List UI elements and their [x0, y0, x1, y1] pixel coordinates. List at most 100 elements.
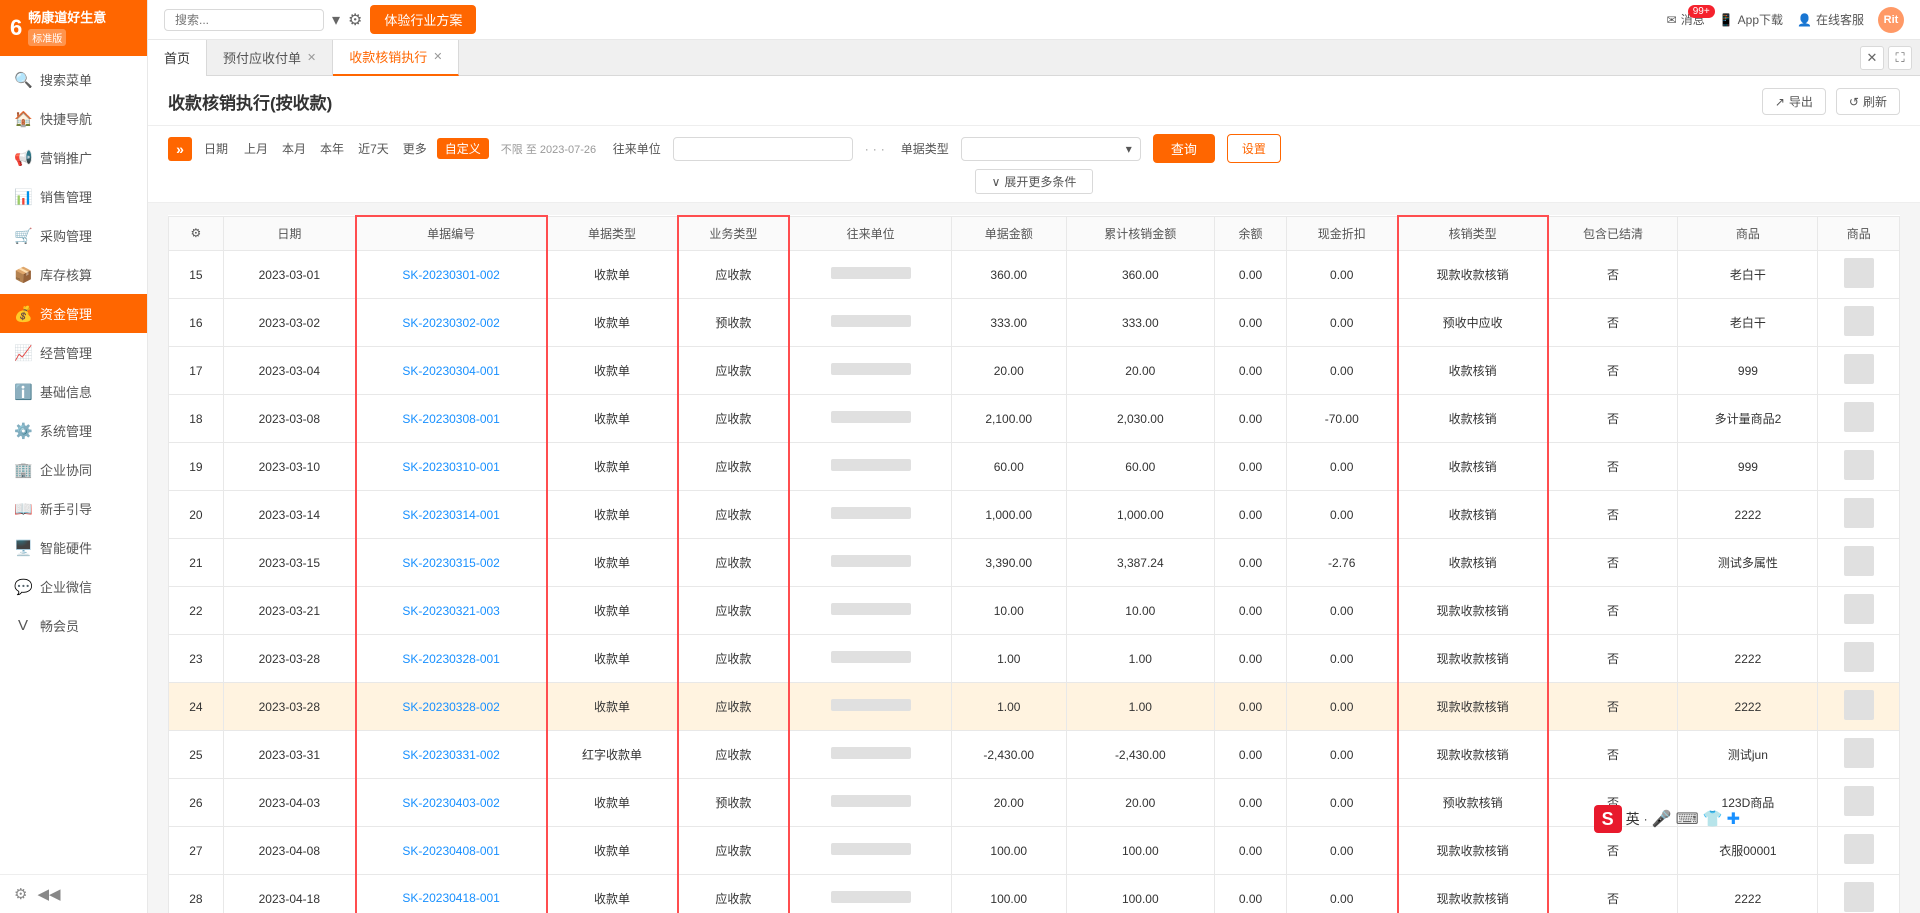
sidebar-item-basic[interactable]: ℹ️基础信息 — [0, 372, 147, 411]
docno-link[interactable]: SK-20230302-002 — [402, 316, 499, 330]
table-row: 23 2023-03-28 SK-20230328-001 收款单 应收款 1.… — [169, 635, 1900, 683]
docno-link[interactable]: SK-20230314-001 — [402, 508, 499, 522]
sidebar-label-hardware: 智能硬件 — [40, 538, 92, 557]
purchase-icon: 🛒 — [14, 227, 32, 245]
app-download-btn[interactable]: 📱 App下载 — [1719, 11, 1783, 28]
docno-link[interactable]: SK-20230321-003 — [402, 604, 499, 618]
cell-nuketype: 预收中应收 — [1398, 299, 1548, 347]
date-this-month[interactable]: 本月 — [278, 138, 310, 159]
industry-btn[interactable]: 体验行业方案 — [370, 5, 476, 34]
filter-expand-row: ∨ 展开更多条件 — [168, 169, 1900, 194]
sidebar-item-marketing[interactable]: 📢营销推广 — [0, 138, 147, 177]
cell-goods2 — [1818, 587, 1900, 635]
cell-customer — [789, 587, 951, 635]
docno-link[interactable]: SK-20230408-001 — [402, 844, 499, 858]
date-custom-btn[interactable]: 自定义 — [437, 138, 489, 159]
sidebar-item-sales[interactable]: 📊销售管理 — [0, 177, 147, 216]
settings-icon[interactable]: ⚙ — [14, 885, 27, 903]
sidebar-item-member[interactable]: V畅会员 — [0, 606, 147, 645]
user-avatar[interactable]: Rit — [1878, 7, 1904, 33]
sidebar-label-enterprise: 企业协同 — [40, 460, 92, 479]
cell-amount: 3,390.00 — [951, 539, 1066, 587]
docno-link[interactable]: SK-20230331-002 — [402, 748, 499, 762]
sidebar-item-search[interactable]: 🔍搜索菜单 — [0, 60, 147, 99]
date-last-month[interactable]: 上月 — [240, 138, 272, 159]
cell-balance: 0.00 — [1215, 683, 1287, 731]
messages-btn[interactable]: ✉ 消息 99+ — [1667, 11, 1705, 28]
cell-nuketype: 收款核销 — [1398, 395, 1548, 443]
docno-link[interactable]: SK-20230308-001 — [402, 412, 499, 426]
sidebar-label-search: 搜索菜单 — [40, 70, 92, 89]
cell-goods2 — [1818, 827, 1900, 875]
filter-date-btns: 上月 本月 本年 近7天 更多 自定义 — [240, 138, 489, 159]
cell-biztype: 应收款 — [678, 587, 790, 635]
settings-btn[interactable]: 设置 — [1227, 134, 1281, 163]
cell-biztype: 应收款 — [678, 443, 790, 491]
cell-goods: 衣服00001 — [1678, 827, 1818, 875]
date-7days[interactable]: 近7天 — [354, 138, 393, 159]
sidebar-label-basic: 基础信息 — [40, 382, 92, 401]
tab-home[interactable]: 首页 — [148, 40, 207, 76]
expand-icon: ∨ — [992, 175, 1001, 189]
docno-link[interactable]: SK-20230315-002 — [402, 556, 499, 570]
cell-nuketype: 现款收款核销 — [1398, 827, 1548, 875]
export-btn[interactable]: ↗ 导出 — [1762, 88, 1826, 115]
cell-date: 2023-03-28 — [223, 635, 355, 683]
sales-icon: 📊 — [14, 188, 32, 206]
cell-goods — [1678, 587, 1818, 635]
sidebar-item-finance[interactable]: 💰资金管理 — [0, 294, 147, 333]
filter-toggle-btn[interactable]: » — [168, 137, 192, 161]
sidebar-label-member: 畅会员 — [40, 616, 79, 635]
tab-expand-btn[interactable]: ⛶ — [1888, 46, 1912, 70]
docno-link[interactable]: SK-20230310-001 — [402, 460, 499, 474]
docno-link[interactable]: SK-20230403-002 — [402, 796, 499, 810]
tab-prepay-close[interactable]: ✕ — [307, 51, 316, 64]
docno-link[interactable]: SK-20230304-001 — [402, 364, 499, 378]
cell-customer — [789, 299, 951, 347]
date-this-year[interactable]: 本年 — [316, 138, 348, 159]
collapse-icon[interactable]: ◀◀ — [37, 885, 60, 903]
cell-doctype: 收款单 — [547, 779, 678, 827]
cell-customer — [789, 539, 951, 587]
cell-balance: 0.00 — [1215, 635, 1287, 683]
cell-index: 19 — [169, 443, 224, 491]
sidebar-item-operations[interactable]: 📈经营管理 — [0, 333, 147, 372]
customer-input[interactable] — [673, 137, 853, 161]
cell-biztype: 应收款 — [678, 827, 790, 875]
tab-close-all-btn[interactable]: ✕ — [1860, 46, 1884, 70]
cell-amount: 1.00 — [951, 635, 1066, 683]
refresh-btn[interactable]: ↺ 刷新 — [1836, 88, 1900, 115]
cell-cumulative: 100.00 — [1066, 827, 1215, 875]
sidebar-item-purchase[interactable]: 🛒采购管理 — [0, 216, 147, 255]
sidebar-item-system[interactable]: ⚙️系统管理 — [0, 411, 147, 450]
app-download-label: App下载 — [1738, 11, 1783, 28]
sidebar-item-guide[interactable]: 📖新手引导 — [0, 489, 147, 528]
topbar-search[interactable] — [164, 9, 324, 31]
sidebar-item-shortcut[interactable]: 🏠快捷导航 — [0, 99, 147, 138]
online-service-btn[interactable]: 👤 在线客服 — [1797, 11, 1864, 28]
cell-amount: 60.00 — [951, 443, 1066, 491]
tab-collection-close[interactable]: ✕ — [433, 50, 442, 63]
cell-amount: 1.00 — [951, 683, 1066, 731]
docno-link[interactable]: SK-20230301-002 — [402, 268, 499, 282]
docno-link[interactable]: SK-20230418-001 — [402, 891, 499, 905]
sidebar-item-inventory[interactable]: 📦库存核算 — [0, 255, 147, 294]
sidebar-item-wechat[interactable]: 💬企业微信 — [0, 567, 147, 606]
cell-date: 2023-03-02 — [223, 299, 355, 347]
cell-balance: 0.00 — [1215, 443, 1287, 491]
tab-prepay[interactable]: 预付应收付单 ✕ — [207, 40, 333, 76]
doctype-select[interactable]: ▾ — [961, 137, 1141, 161]
date-filter-label: 日期 — [204, 140, 228, 157]
gear-icon[interactable]: ⚙ — [348, 10, 362, 30]
expand-conditions-btn[interactable]: ∨ 展开更多条件 — [975, 169, 1094, 194]
docno-link[interactable]: SK-20230328-001 — [402, 652, 499, 666]
dropdown-arrow-icon[interactable]: ▾ — [332, 10, 340, 30]
tab-collection[interactable]: 收款核销执行 ✕ — [333, 40, 459, 76]
sidebar-item-enterprise[interactable]: 🏢企业协同 — [0, 450, 147, 489]
sidebar-item-hardware[interactable]: 🖥️智能硬件 — [0, 528, 147, 567]
date-more[interactable]: 更多 — [399, 138, 431, 159]
docno-link[interactable]: SK-20230328-002 — [402, 700, 499, 714]
query-btn[interactable]: 查询 — [1153, 134, 1215, 163]
customer-filter-label: 往来单位 — [613, 140, 661, 157]
cell-index: 17 — [169, 347, 224, 395]
